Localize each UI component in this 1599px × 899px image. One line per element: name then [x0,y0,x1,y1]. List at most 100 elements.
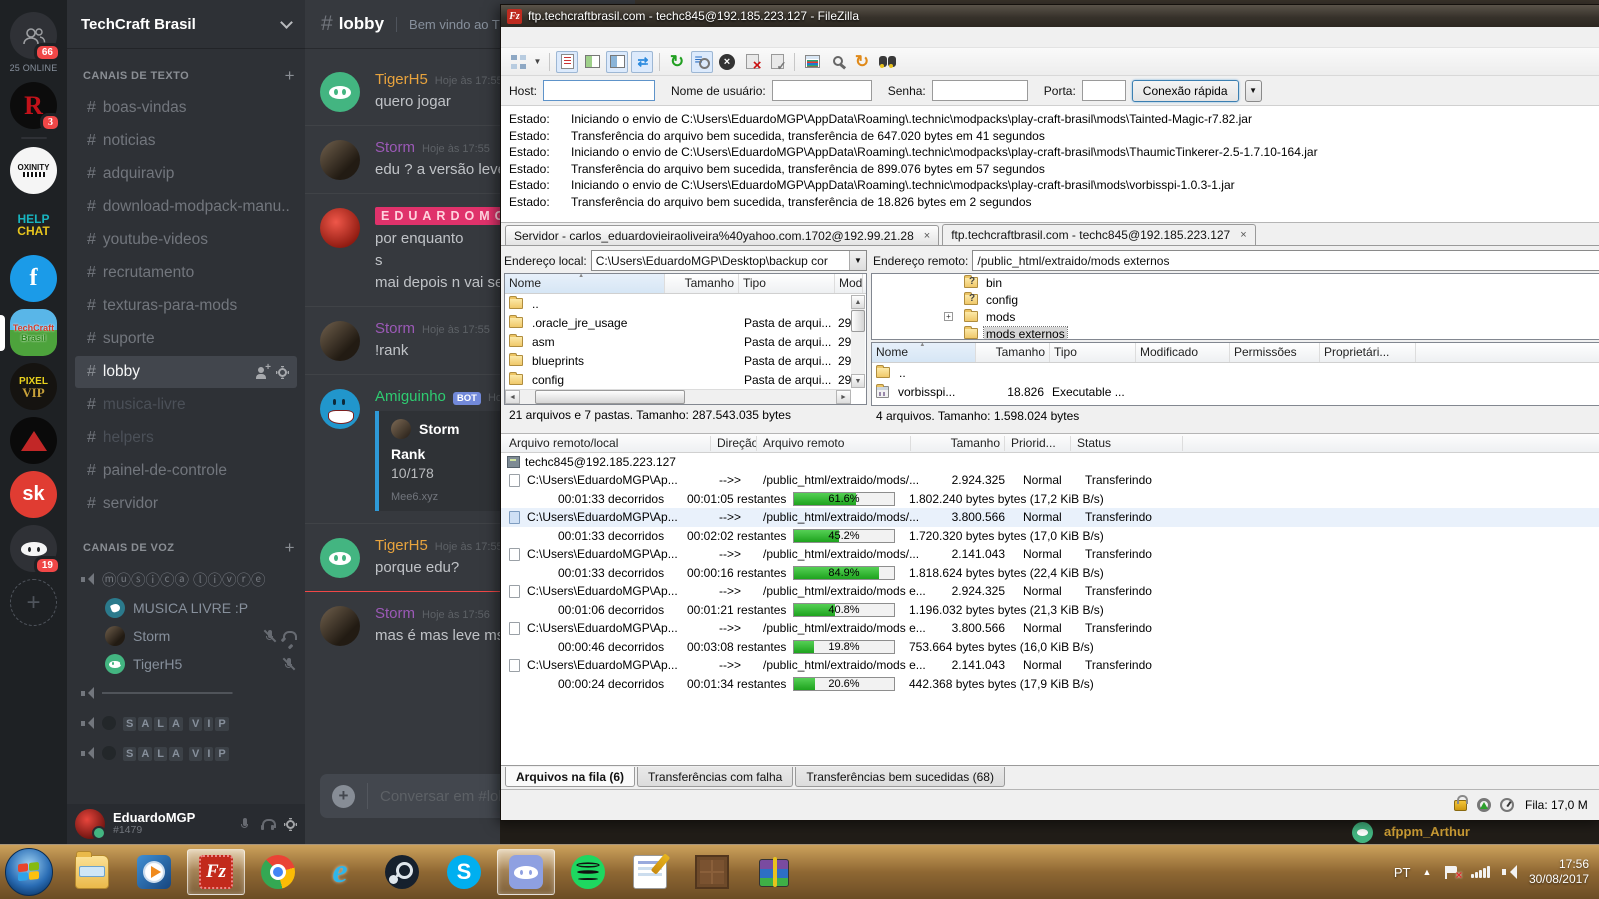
avatar[interactable] [320,606,360,646]
remote-tree-item[interactable]: + mods externos [872,325,1599,339]
server-icon-oxinity[interactable]: OXINITY [10,147,57,194]
server-icon-helpchat[interactable]: HELP CHAT [10,201,57,248]
sync-browsing-button[interactable]: ↻ [851,51,873,73]
transfer-entry[interactable]: C:\Users\EduardoMGP\Ap... -->> /public_h… [501,582,1599,619]
signal-strength-icon[interactable] [1471,866,1490,878]
menu-item[interactable] [521,35,537,39]
server-icon-triangle[interactable] [10,417,57,464]
voice-member[interactable]: TigerH5 [67,650,305,678]
toggle-local-tree-button[interactable] [581,51,603,73]
transfer-entry[interactable]: C:\Users\EduardoMGP\Ap... -->> /public_h… [501,545,1599,582]
local-file-row[interactable]: config Pasta de arqui... 29/0 [505,370,866,389]
menu-item[interactable] [617,35,633,39]
add-channel-icon[interactable]: + [285,538,295,558]
server-icon-sk[interactable]: sk [10,471,57,518]
transfer-entry[interactable]: C:\Users\EduardoMGP\Ap... -->> /public_h… [501,619,1599,656]
local-file-row[interactable]: .oracle_jre_usage Pasta de arqui... 29/0 [505,313,866,332]
avatar[interactable] [320,321,360,361]
column-modified[interactable]: Modificado [835,274,863,293]
sidebar-channel[interactable]: # noticias [75,125,297,157]
channel-settings-icon[interactable] [276,365,289,379]
column-modified[interactable]: Modificado [1136,343,1230,362]
find-files-button[interactable] [876,51,898,73]
sidebar-channel[interactable]: # recrutamento [75,257,297,289]
voice-channel-music[interactable]: ⓜⓤⓢⓘⓒⓐ ⓛⓘⓥⓡⓔ [67,564,305,594]
column-type[interactable]: Tipo [1050,343,1136,362]
process-queue-button[interactable] [691,50,713,73]
invite-people-icon[interactable] [256,362,271,379]
menu-item[interactable] [585,35,601,39]
tab-close-icon[interactable]: × [1240,229,1246,241]
speed-limit-icon[interactable] [1500,798,1514,812]
queue-tab[interactable]: Transferências com falha [637,767,794,787]
local-file-row[interactable]: asm Pasta de arqui... 29/0 [505,332,866,351]
local-address-combo[interactable]: C:\Users\EduardoMGP\Desktop\backup cor ▼ [590,250,867,271]
add-server-button[interactable]: + [10,579,57,626]
taskbar-skype-button[interactable]: S [435,849,493,895]
friends-home-button[interactable]: 66 [10,12,61,62]
remote-tree-item[interactable]: + config [872,291,1599,308]
horizontal-scrollbar[interactable]: ◄ ► [505,389,851,404]
taskbar-explorer-button[interactable] [63,849,121,895]
server-icon-techcraft-selected[interactable]: TechCraft Brasil [0,309,57,356]
quickconnect-dropdown[interactable]: ▼ [1244,79,1262,102]
column-name[interactable]: Nome [872,343,976,362]
taskbar-ie-button[interactable]: e [311,849,369,895]
add-channel-icon[interactable]: + [285,66,295,86]
voice-member[interactable]: Storm [67,622,305,650]
avatar[interactable] [320,538,360,578]
avatar[interactable] [320,72,360,112]
language-indicator[interactable]: PT [1394,865,1411,880]
refresh-button[interactable]: ↻ [666,51,688,73]
window-titlebar[interactable]: Fz ftp.techcraftbrasil.com - techc845@19… [501,5,1599,27]
column-size[interactable]: Tamanho [976,343,1050,362]
vertical-scrollbar[interactable]: ▲ ▼ [851,295,865,388]
message-author[interactable]: Amiguinho [375,388,446,405]
column-status[interactable]: Status [1073,436,1183,451]
sidebar-channel[interactable]: # painel-de-controle [75,455,297,487]
column-local-file[interactable]: Arquivo remoto/local [505,436,711,451]
voice-member[interactable]: MUSICA LIVRE :P [67,594,305,622]
volume-icon[interactable] [1501,865,1517,879]
tab-close-icon[interactable]: × [924,230,930,242]
sidebar-channel[interactable]: # helpers [75,422,297,454]
taskbar-media-player-button[interactable] [125,849,183,895]
taskbar-winrar-button[interactable] [745,849,803,895]
menu-item[interactable] [553,35,569,39]
reconnect-button[interactable] [766,51,788,73]
headphones-toggle-icon[interactable] [261,818,276,831]
remote-file-row[interactable]: vorbisspi... 18.826 Executable ... [872,382,1599,401]
menu-item[interactable] [505,35,521,39]
queue-server-row[interactable]: techc845@192.185.223.127 [501,453,1599,471]
column-name[interactable]: Nome [505,274,665,293]
message-author[interactable]: TigerH5 [375,71,428,88]
sidebar-channel[interactable]: # youtube-videos [75,224,297,256]
text-channels-category[interactable]: CANAIS DE TEXTO + [83,66,295,86]
user-settings-icon[interactable] [284,817,297,831]
sidebar-channel[interactable]: # servidor [75,488,297,520]
quickconnect-button[interactable]: Conexão rápida [1131,79,1239,102]
column-permissions[interactable]: Permissões [1230,343,1320,362]
avatar[interactable] [320,208,360,248]
disconnect-button[interactable] [741,51,763,74]
message-author[interactable]: Storm [375,605,415,622]
taskbar-spotify-button[interactable] [559,849,617,895]
sidebar-channel[interactable]: # suporte [75,323,297,355]
connection-tab[interactable]: Servidor - carlos_eduardovieiraoliveira%… [505,225,940,245]
voice-channel-dashes[interactable]: ————————— [67,678,305,708]
toggle-queue-button[interactable]: ⇄ [631,50,653,73]
queue-tab[interactable]: Transferências bem sucedidas (68) [795,767,1005,787]
server-icon-pixelvip[interactable]: PIXEL VIP [10,363,57,410]
transfer-entry[interactable]: C:\Users\EduardoMGP\Ap... -->> /public_h… [501,508,1599,545]
message-author[interactable]: Storm [375,320,415,337]
menu-item[interactable] [569,35,585,39]
menu-item[interactable] [601,35,617,39]
dropdown-arrow-icon[interactable]: ▼ [849,251,866,270]
column-remote-file[interactable]: Arquivo remoto [759,436,911,451]
remote-address-box[interactable]: /public_html/extraido/mods externos [972,250,1599,271]
user-avatar[interactable] [75,809,106,840]
sidebar-channel[interactable]: # download-modpack-manu... [75,191,297,223]
taskbar-chrome-button[interactable] [249,849,307,895]
column-size[interactable]: Tamanho [913,436,1005,451]
avatar[interactable] [320,140,360,180]
